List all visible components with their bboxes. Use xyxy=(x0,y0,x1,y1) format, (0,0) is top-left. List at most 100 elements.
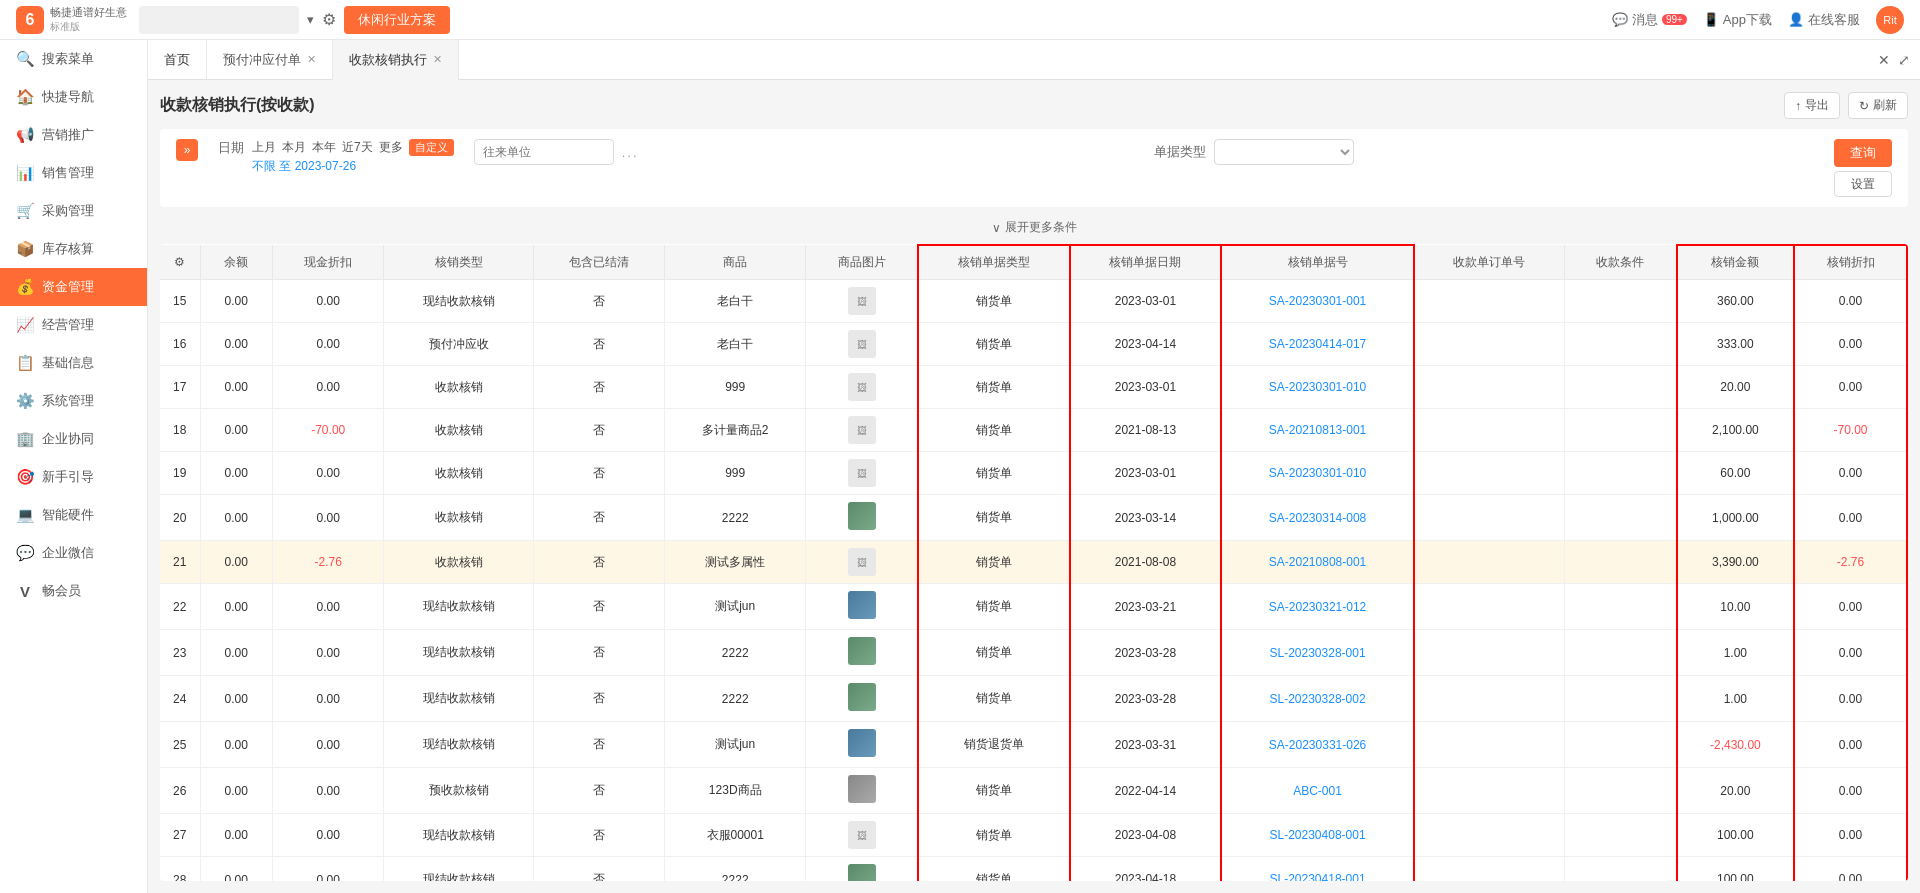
date-more[interactable]: 更多 xyxy=(379,139,403,156)
cell-bill-no[interactable]: SA-20230301-001 xyxy=(1221,280,1414,323)
bill-no-link[interactable]: SA-20230301-010 xyxy=(1269,466,1366,480)
query-btn[interactable]: 查询 xyxy=(1834,139,1892,167)
cell-goods-img[interactable] xyxy=(806,630,918,676)
cell-goods-img[interactable]: 🖼 xyxy=(806,541,918,584)
date-this-year[interactable]: 本年 xyxy=(312,139,336,156)
counterpart-input[interactable] xyxy=(474,139,614,165)
sidebar-item-wechat[interactable]: 💬 企业微信 xyxy=(0,534,147,572)
user-avatar[interactable]: Rit xyxy=(1876,6,1904,34)
goods-img-thumb[interactable] xyxy=(848,637,876,665)
dropdown-btn[interactable]: ▾ xyxy=(307,12,314,27)
date-7days[interactable]: 近7天 xyxy=(342,139,373,156)
sidebar-item-company[interactable]: 🏢 企业协同 xyxy=(0,420,147,458)
sidebar-item-sales[interactable]: 📊 销售管理 xyxy=(0,154,147,192)
tab-prepay-close[interactable]: ✕ xyxy=(307,53,316,66)
tab-collection-close[interactable]: ✕ xyxy=(433,53,442,66)
bill-no-link[interactable]: SA-20230414-017 xyxy=(1269,337,1366,351)
cell-bill-no[interactable]: SA-20230301-010 xyxy=(1221,452,1414,495)
cell-goods-img[interactable]: 🖼 xyxy=(806,366,918,409)
date-last-month[interactable]: 上月 xyxy=(252,139,276,156)
cell-bill-no[interactable]: SL-20230328-001 xyxy=(1221,630,1414,676)
cell-bill-no[interactable]: SL-20230418-001 xyxy=(1221,857,1414,882)
tab-prepay[interactable]: 预付冲应付单 ✕ xyxy=(207,40,333,80)
tab-home[interactable]: 首页 xyxy=(148,40,207,80)
bill-no-link[interactable]: SA-20230301-010 xyxy=(1269,380,1366,394)
service-btn[interactable]: 👤 在线客服 xyxy=(1788,11,1860,29)
cell-goods-img[interactable] xyxy=(806,495,918,541)
bill-no-link[interactable]: ABC-001 xyxy=(1293,784,1342,798)
bill-no-link[interactable]: SA-20230314-008 xyxy=(1269,511,1366,525)
sidebar-item-hardware[interactable]: 💻 智能硬件 xyxy=(0,496,147,534)
sidebar-item-guide[interactable]: 🎯 新手引导 xyxy=(0,458,147,496)
cell-goods-img[interactable]: 🖼 xyxy=(806,323,918,366)
goods-img-placeholder[interactable]: 🖼 xyxy=(848,459,876,487)
bill-no-link[interactable]: SL-20230328-002 xyxy=(1269,692,1365,706)
cell-goods-img[interactable]: 🖼 xyxy=(806,280,918,323)
cell-goods-img[interactable] xyxy=(806,584,918,630)
cell-goods-img[interactable] xyxy=(806,676,918,722)
filter-dots[interactable]: ... xyxy=(622,145,639,160)
cell-bill-no[interactable]: SA-20210808-001 xyxy=(1221,541,1414,584)
message-btn[interactable]: 💬 消息 99+ xyxy=(1612,11,1687,29)
date-this-month[interactable]: 本月 xyxy=(282,139,306,156)
goods-img-thumb[interactable] xyxy=(848,864,876,881)
cell-goods-img[interactable] xyxy=(806,722,918,768)
goods-img-placeholder[interactable]: 🖼 xyxy=(848,416,876,444)
cell-bill-no[interactable]: SL-20230408-001 xyxy=(1221,814,1414,857)
sidebar-item-search[interactable]: 🔍 搜索菜单 xyxy=(0,40,147,78)
window-close-btn[interactable]: ✕ xyxy=(1878,52,1890,68)
cell-bill-no[interactable]: SA-20210813-001 xyxy=(1221,409,1414,452)
sidebar-item-finance[interactable]: 💰 资金管理 xyxy=(0,268,147,306)
cell-bill-no[interactable]: SA-20230301-010 xyxy=(1221,366,1414,409)
cell-goods-img[interactable]: 🖼 xyxy=(806,452,918,495)
sidebar-item-operation[interactable]: 📈 经营管理 xyxy=(0,306,147,344)
bill-no-link[interactable]: SA-20230321-012 xyxy=(1269,600,1366,614)
goods-img-thumb[interactable] xyxy=(848,775,876,803)
expand-more-bar[interactable]: ∨ 展开更多条件 xyxy=(160,215,1908,240)
sidebar-item-system[interactable]: ⚙️ 系统管理 xyxy=(0,382,147,420)
cell-bill-no[interactable]: ABC-001 xyxy=(1221,768,1414,814)
sidebar-item-purchase[interactable]: 🛒 采购管理 xyxy=(0,192,147,230)
bill-no-link[interactable]: SA-20230331-026 xyxy=(1269,738,1366,752)
cell-bill-no[interactable]: SA-20230314-008 xyxy=(1221,495,1414,541)
settings-icon-btn[interactable]: ⚙ xyxy=(322,10,336,29)
bill-no-link[interactable]: SA-20230301-001 xyxy=(1269,294,1366,308)
cell-goods-img[interactable]: 🖼 xyxy=(806,409,918,452)
bill-no-link[interactable]: SL-20230328-001 xyxy=(1269,646,1365,660)
tab-collection[interactable]: 收款核销执行 ✕ xyxy=(333,40,459,80)
bill-type-select[interactable] xyxy=(1214,139,1354,165)
bill-no-link[interactable]: SA-20210813-001 xyxy=(1269,423,1366,437)
cell-bill-no[interactable]: SL-20230328-002 xyxy=(1221,676,1414,722)
cell-bill-no[interactable]: SA-20230331-026 xyxy=(1221,722,1414,768)
app-download-btn[interactable]: 📱 App下载 xyxy=(1703,11,1772,29)
goods-img-placeholder[interactable]: 🖼 xyxy=(848,330,876,358)
solution-btn[interactable]: 休闲行业方案 xyxy=(344,6,450,34)
bill-no-link[interactable]: SL-20230418-001 xyxy=(1269,872,1365,881)
goods-img-placeholder[interactable]: 🖼 xyxy=(848,287,876,315)
goods-img-thumb[interactable] xyxy=(848,729,876,757)
bill-no-link[interactable]: SL-20230408-001 xyxy=(1269,828,1365,842)
goods-img-thumb[interactable] xyxy=(848,683,876,711)
sidebar-item-basic[interactable]: 📋 基础信息 xyxy=(0,344,147,382)
sidebar-item-marketing[interactable]: 📢 营销推广 xyxy=(0,116,147,154)
goods-img-thumb[interactable] xyxy=(848,502,876,530)
cell-bill-no[interactable]: SA-20230321-012 xyxy=(1221,584,1414,630)
date-custom[interactable]: 自定义 xyxy=(409,139,454,156)
sidebar-item-inventory[interactable]: 📦 库存核算 xyxy=(0,230,147,268)
goods-img-placeholder[interactable]: 🖼 xyxy=(848,373,876,401)
cell-goods-img[interactable] xyxy=(806,768,918,814)
th-settings[interactable]: ⚙ xyxy=(160,245,200,280)
goods-img-placeholder[interactable]: 🖼 xyxy=(848,548,876,576)
goods-img-placeholder[interactable]: 🖼 xyxy=(848,821,876,849)
bill-no-link[interactable]: SA-20210808-001 xyxy=(1269,555,1366,569)
goods-img-thumb[interactable] xyxy=(848,591,876,619)
cell-goods-img[interactable] xyxy=(806,857,918,882)
sidebar-item-quick-nav[interactable]: 🏠 快捷导航 xyxy=(0,78,147,116)
sidebar-item-member[interactable]: V 畅会员 xyxy=(0,572,147,610)
cell-bill-no[interactable]: SA-20230414-017 xyxy=(1221,323,1414,366)
refresh-btn[interactable]: ↻ 刷新 xyxy=(1848,92,1908,119)
setting-btn[interactable]: 设置 xyxy=(1834,171,1892,197)
breadcrumb-input[interactable] xyxy=(139,6,299,34)
cell-goods-img[interactable]: 🖼 xyxy=(806,814,918,857)
window-expand-btn[interactable]: ⤢ xyxy=(1898,52,1910,68)
